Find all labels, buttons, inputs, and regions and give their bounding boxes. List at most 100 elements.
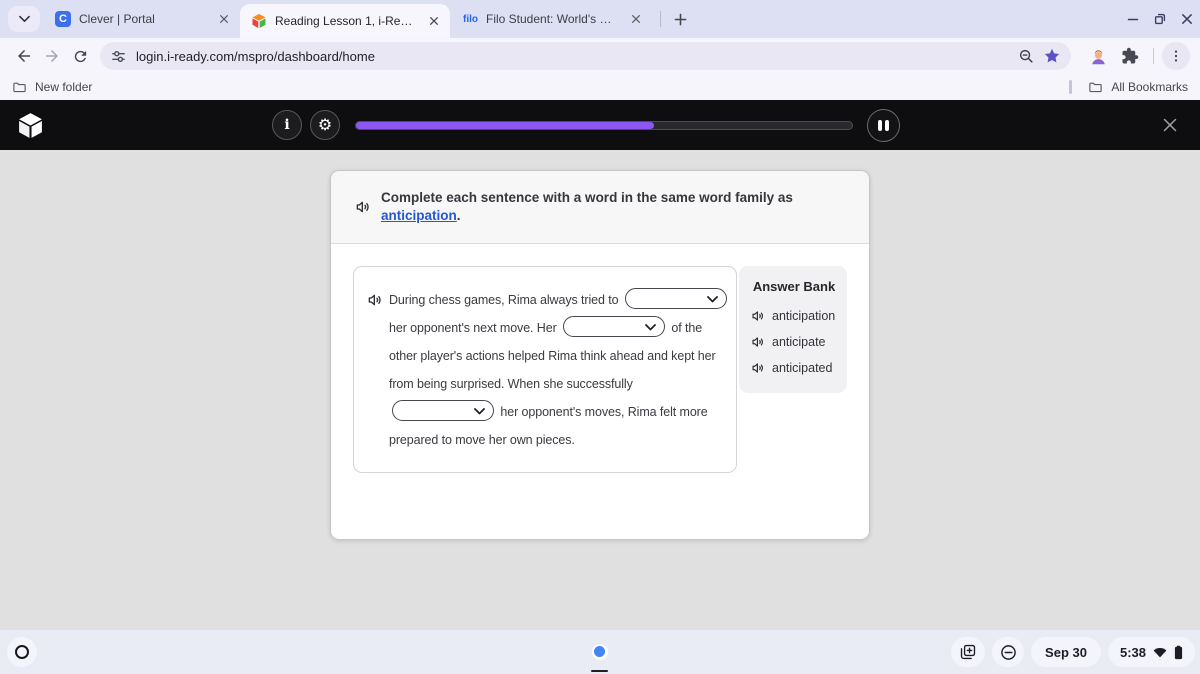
answer-dropdown-1[interactable] (624, 288, 727, 309)
speaker-icon[interactable] (751, 335, 765, 349)
extensions-button[interactable] (1117, 43, 1143, 69)
passage-text: During chess games, Rima always tried to… (389, 286, 730, 454)
launcher-icon (15, 645, 29, 659)
answer-dropdown-2[interactable] (563, 316, 666, 337)
answer-bank-title: Answer Bank (752, 279, 836, 294)
speaker-icon[interactable] (751, 309, 765, 323)
lesson-header-bar: i ⚙ (0, 100, 1200, 150)
avatar-icon (1088, 46, 1109, 67)
url-text[interactable]: login.i-ready.com/mspro/dashboard/home (136, 49, 1013, 64)
back-arrow-icon (15, 47, 33, 65)
prompt-header: Complete each sentence with a word in th… (331, 171, 869, 244)
iready-cube-logo (16, 111, 45, 140)
shelf: Sep 30 5:38 (0, 630, 1200, 674)
tab-clever-portal[interactable]: C Clever | Portal (44, 0, 240, 38)
settings-button[interactable]: ⚙ (310, 110, 340, 140)
browser-menu-button[interactable] (1162, 42, 1190, 70)
plus-icon (674, 13, 687, 26)
browser-toolbar: login.i-ready.com/mspro/dashboard/home (0, 38, 1200, 74)
time-text: 5:38 (1119, 644, 1146, 660)
lesson-content-area: Complete each sentence with a word in th… (0, 150, 1200, 630)
answer-option-label: anticipate (772, 335, 826, 349)
prompt-after: . (456, 208, 461, 223)
chevron-down-icon (18, 15, 31, 23)
passage-segment: During chess games, Rima always tried to (389, 293, 622, 307)
bookmark-star-button[interactable] (1039, 43, 1065, 69)
answer-option-label: anticipated (772, 361, 833, 375)
speaker-icon[interactable] (367, 292, 383, 308)
answer-dropdown-3[interactable] (392, 400, 494, 421)
date-button[interactable]: Sep 30 (1031, 637, 1101, 667)
prompt-vocabulary-link[interactable]: anticipation (381, 208, 457, 223)
answer-bank: Answer Bank anticipation anticipate anti… (739, 266, 847, 393)
lesson-progress-bar (355, 121, 853, 130)
puzzle-icon (1121, 47, 1139, 65)
folder-icon (12, 80, 27, 95)
system-tray-button[interactable]: 5:38 (1107, 637, 1195, 667)
folder-icon (1088, 80, 1103, 95)
do-not-disturb-button[interactable] (992, 637, 1025, 667)
iready-favicon (251, 13, 267, 29)
tab-strip: C Clever | Portal Reading Lesson 1, i-Re… (0, 0, 1200, 38)
status-area: Sep 30 5:38 (951, 637, 1195, 667)
answer-option[interactable]: anticipate (751, 329, 837, 355)
chrome-app-button[interactable] (583, 635, 616, 672)
active-app-indicator (591, 669, 608, 672)
battery-icon (1174, 645, 1183, 660)
bookmark-new-folder[interactable]: New folder (12, 80, 92, 95)
tab-close-icon[interactable] (216, 11, 232, 27)
tab-title: Filo Student: World's Only Live (486, 12, 620, 26)
toolbar-divider (1153, 48, 1154, 64)
tab-reading-lesson-active[interactable]: Reading Lesson 1, i-Ready (240, 4, 450, 38)
pause-button[interactable] (867, 109, 900, 142)
minimize-button[interactable] (1127, 13, 1139, 25)
zoom-button[interactable] (1013, 43, 1039, 69)
tab-filo-student[interactable]: filo Filo Student: World's Only Live (452, 0, 652, 38)
site-settings-icon[interactable] (111, 49, 126, 64)
tabstrip-divider (660, 11, 661, 27)
tab-title: Clever | Portal (79, 12, 155, 26)
close-icon (1181, 13, 1193, 25)
window-close-button[interactable] (1181, 13, 1193, 25)
clever-favicon: C (55, 11, 71, 27)
three-dots-icon (1168, 48, 1184, 64)
forward-arrow-icon (43, 47, 61, 65)
tab-close-icon[interactable] (426, 13, 442, 29)
new-tab-button[interactable] (668, 7, 692, 31)
do-not-disturb-icon (1000, 644, 1017, 661)
restore-button[interactable] (1154, 13, 1166, 25)
tab-search-button[interactable] (8, 6, 40, 32)
speaker-icon[interactable] (751, 361, 765, 375)
bookmarks-bar: New folder All Bookmarks (0, 74, 1200, 100)
question-card: Complete each sentence with a word in th… (330, 170, 870, 540)
passage-segment: her opponent's next move. Her (389, 321, 561, 335)
tab-close-icon[interactable] (628, 11, 644, 27)
answer-option[interactable]: anticipated (751, 355, 837, 381)
magnifier-icon (1018, 48, 1035, 65)
forward-button[interactable] (38, 42, 66, 70)
all-bookmarks-label: All Bookmarks (1111, 80, 1188, 94)
close-icon (1162, 117, 1178, 133)
bookmark-label: New folder (35, 80, 93, 94)
filo-favicon: filo (463, 13, 478, 25)
screen-capture-icon (959, 643, 977, 661)
back-button[interactable] (10, 42, 38, 70)
launcher-button[interactable] (7, 637, 37, 667)
answer-option[interactable]: anticipation (751, 303, 837, 329)
info-button[interactable]: i (272, 110, 302, 140)
minimize-icon (1127, 13, 1139, 25)
speaker-icon[interactable] (355, 199, 371, 215)
profile-avatar-button[interactable] (1085, 43, 1111, 69)
all-bookmarks-button[interactable]: All Bookmarks (1088, 80, 1188, 95)
answer-option-label: anticipation (772, 309, 836, 323)
address-bar[interactable]: login.i-ready.com/mspro/dashboard/home (100, 42, 1071, 70)
reload-button[interactable] (66, 42, 94, 70)
passage-card: During chess games, Rima always tried to… (353, 266, 737, 473)
date-text: Sep 30 (1045, 644, 1087, 660)
lesson-close-button[interactable] (1162, 117, 1178, 133)
window-controls (1127, 0, 1193, 38)
pause-icon (885, 120, 889, 131)
prompt-text: Complete each sentence with a word in th… (381, 189, 793, 225)
info-icon: i (284, 117, 290, 133)
screen-capture-button[interactable] (951, 637, 986, 667)
